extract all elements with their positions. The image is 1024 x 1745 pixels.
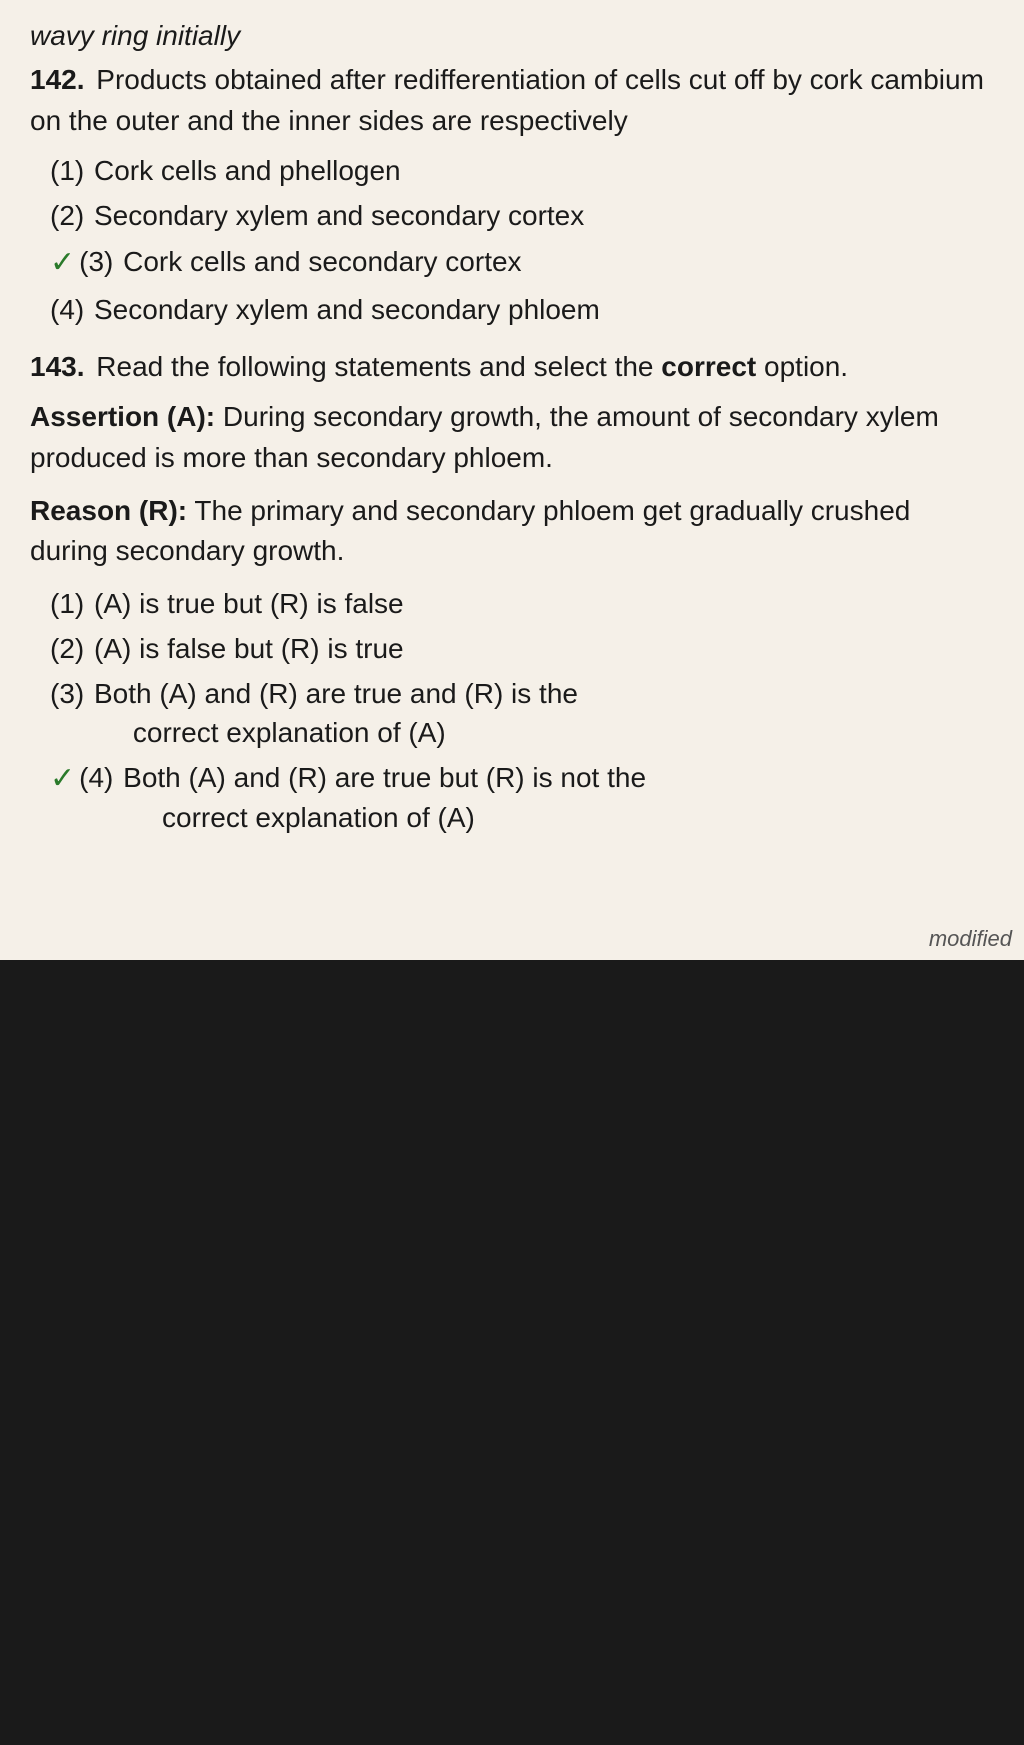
assertion-label: Assertion (A): xyxy=(30,401,215,432)
q142-opt4-num: (4) xyxy=(50,290,86,329)
q143-opt1-num: (1) xyxy=(50,584,86,623)
question-143: 143. Read the following statements and s… xyxy=(30,347,994,837)
q142-opt2-num: (2) xyxy=(50,196,86,235)
q143-option-1: (1) (A) is true but (R) is false xyxy=(50,584,994,623)
q143-correct-bold: correct xyxy=(661,351,756,382)
q143-intro-text: Read the following statements and select… xyxy=(96,351,848,382)
q142-opt2-text: Secondary xylem and secondary cortex xyxy=(94,196,994,235)
q142-checkmark: ✓ xyxy=(50,242,75,284)
q142-number: 142. xyxy=(30,64,85,95)
q142-option-2: (2) Secondary xylem and secondary cortex xyxy=(50,196,994,235)
modified-note: modified xyxy=(929,926,1012,952)
q143-option-2: (2) (A) is false but (R) is true xyxy=(50,629,994,668)
q143-opt4-text: Both (A) and (R) are true but (R) is not… xyxy=(123,758,994,836)
q142-option-4: (4) Secondary xylem and secondary phloem xyxy=(50,290,994,329)
q142-opt4-text: Secondary xylem and secondary phloem xyxy=(94,290,994,329)
q143-opt2-num: (2) xyxy=(50,629,86,668)
assertion-block: Assertion (A): During secondary growth, … xyxy=(30,397,994,478)
q142-opt1-text: Cork cells and phellogen xyxy=(94,151,994,190)
q142-option-1: (1) Cork cells and phellogen xyxy=(50,151,994,190)
q143-options: (1) (A) is true but (R) is false (2) (A)… xyxy=(50,584,994,837)
q143-option-3: (3) Both (A) and (R) are true and (R) is… xyxy=(50,674,994,752)
q142-opt3-text: Cork cells and secondary cortex xyxy=(123,242,994,281)
q143-opt4-num: (4) xyxy=(79,758,115,797)
content-area: wavy ring initially 142. Products obtain… xyxy=(0,0,1024,960)
q143-opt3-text: Both (A) and (R) are true and (R) is the… xyxy=(94,674,994,752)
header-note: wavy ring initially xyxy=(30,20,994,52)
q142-option-3: ✓ (3) Cork cells and secondary cortex xyxy=(50,242,994,284)
reason-label: Reason (R): xyxy=(30,495,187,526)
q142-options: (1) Cork cells and phellogen (2) Seconda… xyxy=(50,151,994,329)
q143-opt2-text: (A) is false but (R) is true xyxy=(94,629,994,668)
question-142: 142. Products obtained after redifferent… xyxy=(30,60,994,329)
q143-option-4: ✓ (4) Both (A) and (R) are true but (R) … xyxy=(50,758,994,836)
q143-opt3-num: (3) xyxy=(50,674,86,713)
q142-opt3-num: (3) xyxy=(79,242,115,281)
q142-opt1-num: (1) xyxy=(50,151,86,190)
q142-text: Products obtained after redifferentiatio… xyxy=(30,64,984,136)
q143-intro: 143. Read the following statements and s… xyxy=(30,347,994,388)
q143-checkmark: ✓ xyxy=(50,758,75,800)
reason-block: Reason (R): The primary and secondary ph… xyxy=(30,491,994,572)
bottom-area xyxy=(0,960,1024,1745)
q143-opt1-text: (A) is true but (R) is false xyxy=(94,584,994,623)
q143-number: 143. xyxy=(30,351,85,382)
